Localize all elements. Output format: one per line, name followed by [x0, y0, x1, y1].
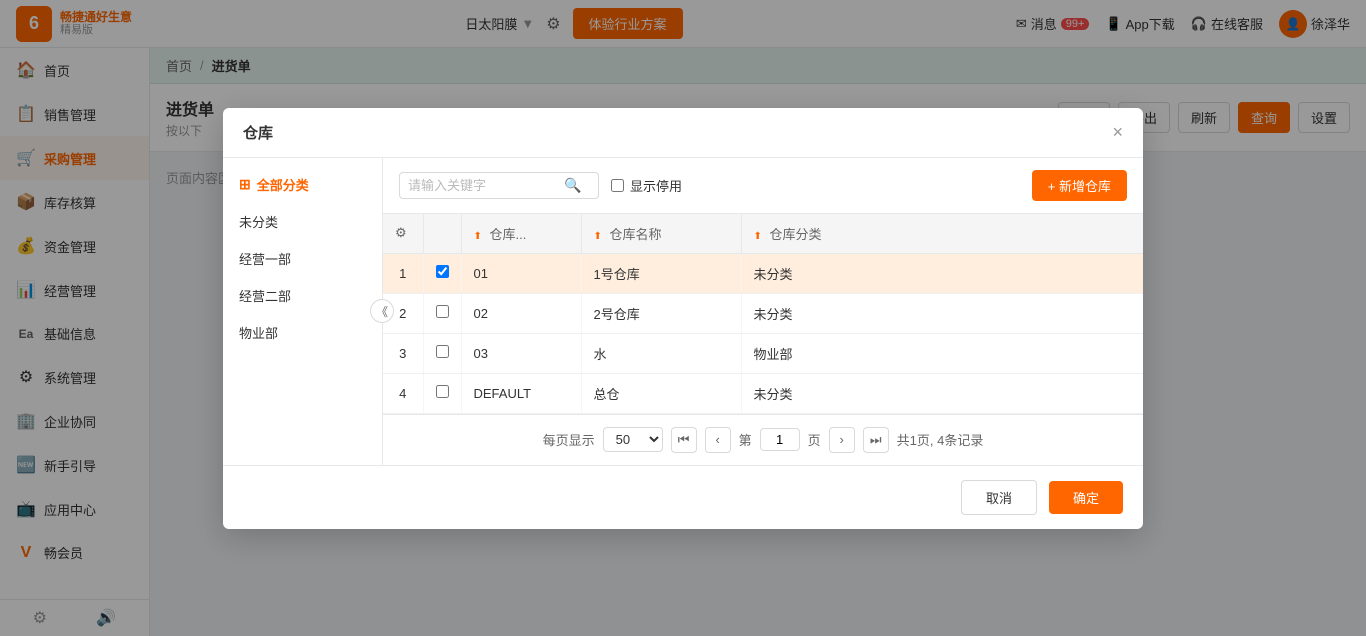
category-collapse-button[interactable]: 《 [370, 299, 394, 323]
page-last-button[interactable]: ⏭ [863, 427, 889, 453]
row-checkbox-1[interactable] [436, 305, 449, 318]
category-sidebar: ⊞ 全部分类 未分类 经营一部 经营二部 物业部 《 [223, 158, 383, 465]
search-input-wrap: 🔍 [399, 172, 599, 199]
category-uncategorized[interactable]: 未分类 [223, 203, 382, 240]
page-total: 共1页, 4条记录 [897, 430, 984, 449]
row-actions-0: 1 [383, 253, 423, 293]
row-category-0: 未分类 [741, 253, 1143, 293]
table-row[interactable]: 3 03 水 物业部 [383, 333, 1143, 373]
table-row[interactable]: 1 01 1号仓库 未分类 [383, 253, 1143, 293]
row-name-3: 总仓 [581, 373, 741, 413]
row-checkbox-2[interactable] [436, 345, 449, 358]
row-name-1: 2号仓库 [581, 293, 741, 333]
pagination-bar: 每页显示 10 20 50 100 ⏮ ‹ 第 页 › ⏭ 共1页, 4条记录 [383, 414, 1143, 465]
page-prev-button[interactable]: ‹ [705, 427, 731, 453]
row-code-3: DEFAULT [461, 373, 581, 413]
table-row[interactable]: 4 DEFAULT 总仓 未分类 [383, 373, 1143, 413]
category-property[interactable]: 物业部 [223, 314, 382, 351]
modal-search-bar: 🔍 显示停用 + 新增仓库 [383, 158, 1143, 214]
show-disabled-checkbox[interactable] [611, 179, 624, 192]
row-category-3: 未分类 [741, 373, 1143, 413]
grid-icon: ⊞ [239, 176, 251, 193]
modal-body: ⊞ 全部分类 未分类 经营一部 经营二部 物业部 《 [223, 158, 1143, 465]
sort-icon-category: ⬆ [754, 231, 762, 242]
row-name-0: 1号仓库 [581, 253, 741, 293]
row-checkbox-cell-2[interactable] [423, 333, 461, 373]
warehouse-modal: 仓库 × ⊞ 全部分类 未分类 经营一部 经营二部 [223, 108, 1143, 529]
modal-close-button[interactable]: × [1112, 122, 1123, 143]
page-input[interactable] [760, 428, 800, 451]
cancel-button[interactable]: 取消 [961, 480, 1037, 515]
row-checkbox-cell-0[interactable] [423, 253, 461, 293]
modal-right: 🔍 显示停用 + 新增仓库 ⚙ [383, 158, 1143, 465]
th-category[interactable]: ⬆ 仓库分类 [741, 214, 1143, 254]
add-warehouse-button[interactable]: + 新增仓库 [1032, 170, 1127, 201]
warehouse-table: ⚙ ⬆ 仓库... ⬆ 仓库名称 [383, 214, 1143, 414]
category-all-label: 全部分类 [257, 175, 309, 194]
category-uncategorized-label: 未分类 [239, 212, 278, 231]
page-label-suffix: 页 [808, 430, 821, 449]
category-ops2-label: 经营二部 [239, 286, 291, 305]
modal-overlay[interactable]: 仓库 × ⊞ 全部分类 未分类 经营一部 经营二部 [0, 0, 1366, 636]
th-settings: ⚙ [383, 214, 423, 254]
th-checkbox [423, 214, 461, 254]
page-label-prefix: 第 [739, 430, 752, 449]
modal-header: 仓库 × [223, 108, 1143, 158]
th-code[interactable]: ⬆ 仓库... [461, 214, 581, 254]
row-checkbox-cell-1[interactable] [423, 293, 461, 333]
row-actions-2: 3 [383, 333, 423, 373]
sort-icon-code: ⬆ [474, 231, 482, 242]
table-row[interactable]: 2 02 2号仓库 未分类 [383, 293, 1143, 333]
show-disabled-label[interactable]: 显示停用 [611, 176, 682, 195]
category-ops1-label: 经营一部 [239, 249, 291, 268]
per-page-label: 每页显示 [543, 430, 595, 449]
category-property-label: 物业部 [239, 323, 278, 342]
search-input[interactable] [408, 178, 558, 193]
modal-footer: 取消 确定 [223, 465, 1143, 529]
category-ops1[interactable]: 经营一部 [223, 240, 382, 277]
row-code-0: 01 [461, 253, 581, 293]
category-ops2[interactable]: 经营二部 [223, 277, 382, 314]
row-name-2: 水 [581, 333, 741, 373]
page-first-button[interactable]: ⏮ [671, 427, 697, 453]
per-page-select[interactable]: 10 20 50 100 [603, 427, 663, 452]
th-name[interactable]: ⬆ 仓库名称 [581, 214, 741, 254]
category-all[interactable]: ⊞ 全部分类 [223, 166, 382, 203]
modal-title: 仓库 [243, 122, 273, 143]
row-checkbox-cell-3[interactable] [423, 373, 461, 413]
row-category-1: 未分类 [741, 293, 1143, 333]
row-category-2: 物业部 [741, 333, 1143, 373]
sort-icon-name: ⬆ [594, 231, 602, 242]
search-icon: 🔍 [564, 177, 581, 194]
page-next-button[interactable]: › [829, 427, 855, 453]
row-actions-3: 4 [383, 373, 423, 413]
row-code-2: 03 [461, 333, 581, 373]
row-code-1: 02 [461, 293, 581, 333]
table-header-row: ⚙ ⬆ 仓库... ⬆ 仓库名称 [383, 214, 1143, 254]
confirm-button[interactable]: 确定 [1049, 481, 1123, 514]
row-checkbox-3[interactable] [436, 385, 449, 398]
row-checkbox-0[interactable] [436, 265, 449, 278]
